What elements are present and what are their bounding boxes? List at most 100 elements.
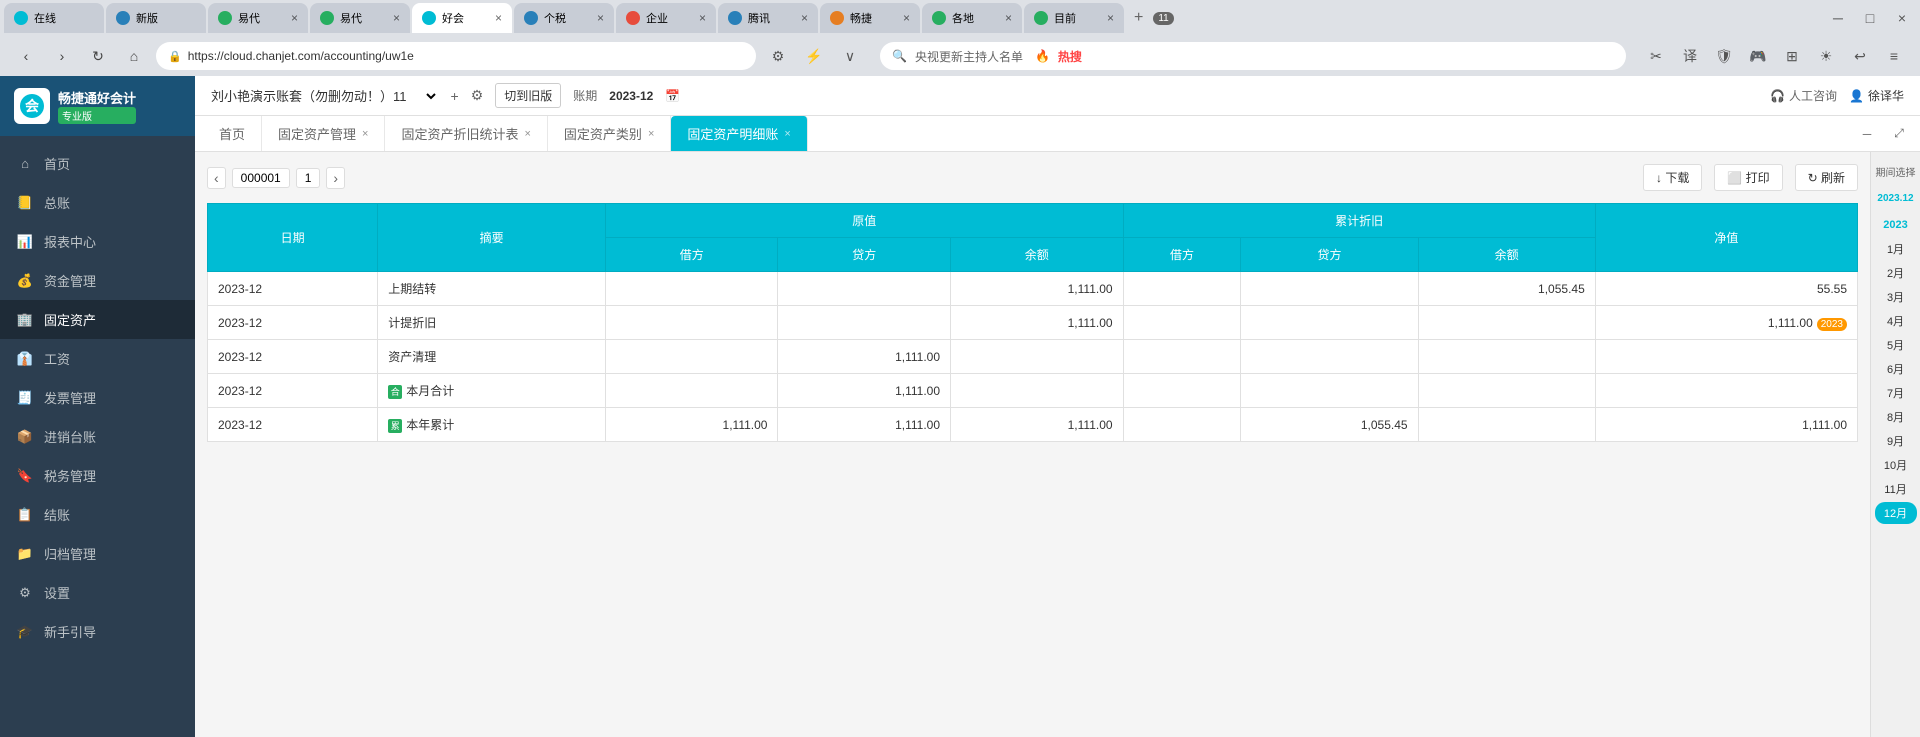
tab-close-qiye[interactable]: × <box>699 11 706 25</box>
tab-close-changjie[interactable]: × <box>903 11 910 25</box>
browser-tab-qiye[interactable]: 企业 × <box>616 3 716 33</box>
browser-tab-haohui[interactable]: 好会 × <box>412 3 512 33</box>
period-dec[interactable]: 12月 <box>1875 502 1917 524</box>
browser-tab-gedi[interactable]: 各地 × <box>922 3 1022 33</box>
period-aug[interactable]: 8月 <box>1875 406 1917 428</box>
sidebar-item-tax[interactable]: 🔖 税务管理 <box>0 456 195 495</box>
next-page-button[interactable]: › <box>326 167 345 189</box>
browser-tab-yidai2[interactable]: 易代 × <box>310 3 410 33</box>
page-tab-close-asset-mgmt[interactable]: × <box>362 128 368 140</box>
expand-icon[interactable]: ∨ <box>836 42 864 70</box>
period-jan[interactable]: 1月 <box>1875 238 1917 260</box>
browser-tab-online[interactable]: 在线 <box>4 3 104 33</box>
browser-tab-geshui[interactable]: 个税 × <box>514 3 614 33</box>
sidebar-item-invoice[interactable]: 🧾 发票管理 <box>0 378 195 417</box>
period-sep[interactable]: 9月 <box>1875 430 1917 452</box>
calendar-icon[interactable]: 📅 <box>665 89 680 103</box>
page-tab-close-depreciation-stat[interactable]: × <box>524 128 530 140</box>
sidebar-item-closeacct[interactable]: 📋 结账 <box>0 495 195 534</box>
sidebar-item-archive[interactable]: 📁 归档管理 <box>0 534 195 573</box>
period-apr[interactable]: 4月 <box>1875 310 1917 332</box>
sidebar-item-guide[interactable]: 🎓 新手引导 <box>0 612 195 651</box>
page-tab-asset-mgmt[interactable]: 固定资产管理 × <box>262 116 385 151</box>
app-logo-icon: 会 <box>14 88 50 124</box>
forward-button[interactable]: › <box>48 42 76 70</box>
prev-page-button[interactable]: ‹ <box>207 167 226 189</box>
lightning-icon[interactable]: ⚡ <box>800 42 828 70</box>
page-tab-home[interactable]: 首页 <box>203 116 262 151</box>
period-jun[interactable]: 6月 <box>1875 358 1917 380</box>
user-info[interactable]: 👤 徐译华 <box>1849 87 1904 104</box>
grid-icon[interactable]: ⊞ <box>1778 42 1806 70</box>
download-button[interactable]: ↓ 下载 <box>1643 164 1702 191</box>
period-year-2023[interactable]: 2023 <box>1875 214 1917 236</box>
switch-version-button[interactable]: 切到旧版 <box>495 83 561 108</box>
sidebar-item-report[interactable]: 📊 报表中心 <box>0 222 195 261</box>
sidebar-item-asset[interactable]: 🏢 固定资产 <box>0 300 195 339</box>
game-icon[interactable]: 🎮 <box>1744 42 1772 70</box>
account-dropdown[interactable] <box>419 88 439 104</box>
home-nav-button[interactable]: ⌂ <box>120 42 148 70</box>
account-settings-icon[interactable]: ⚙ <box>471 87 484 104</box>
sidebar-item-settings[interactable]: ⚙ 设置 <box>0 573 195 612</box>
tab-close-tengxun[interactable]: × <box>801 11 808 25</box>
new-tab-button[interactable]: + <box>1126 5 1151 31</box>
page-nav: ‹ 000001 1 › <box>207 167 345 189</box>
translate-icon[interactable]: 译 <box>1676 42 1704 70</box>
browser-search-bar[interactable]: 🔍 央视更新主持人名单 🔥 热搜 <box>880 42 1626 70</box>
page-tab-close-asset-ledger[interactable]: × <box>784 128 790 140</box>
menu-icon[interactable]: ≡ <box>1880 42 1908 70</box>
tab-close-muqian[interactable]: × <box>1107 11 1114 25</box>
sidebar-item-home[interactable]: ⌂ 首页 <box>0 144 195 183</box>
brightness-icon[interactable]: ☀ <box>1812 42 1840 70</box>
tab-close-yidai1[interactable]: × <box>291 11 298 25</box>
add-account-button[interactable]: + <box>451 88 459 104</box>
customer-service-button[interactable]: 🎧 人工咨询 <box>1770 87 1837 104</box>
extensions-icon[interactable]: ⚙ <box>764 42 792 70</box>
print-button[interactable]: ⬜ 打印 <box>1714 164 1782 191</box>
browser-tab-yidai1[interactable]: 易代 × <box>208 3 308 33</box>
minimize-tab-button[interactable]: ─ <box>1854 121 1880 147</box>
period-feb[interactable]: 2月 <box>1875 262 1917 284</box>
cell-acc-debit <box>1123 306 1241 340</box>
top-bar-right: 🎧 人工咨询 👤 徐译华 <box>1770 87 1904 104</box>
refresh-button[interactable]: ↻ 刷新 <box>1795 164 1858 191</box>
browser-tab-changjie[interactable]: 畅捷 × <box>820 3 920 33</box>
period-nov[interactable]: 11月 <box>1875 478 1917 500</box>
sidebar-item-fund[interactable]: 💰 资金管理 <box>0 261 195 300</box>
minimize-button[interactable]: ─ <box>1824 4 1852 32</box>
browser-tab-muqian[interactable]: 目前 × <box>1024 3 1124 33</box>
page-tabs: 首页 固定资产管理 × 固定资产折旧统计表 × 固定资产类别 × 固定资产明细账… <box>195 116 1920 152</box>
sidebar-item-stock[interactable]: 📦 进销台账 <box>0 417 195 456</box>
scissors-icon[interactable]: ✂ <box>1642 42 1670 70</box>
header-orig-debit: 借方 <box>605 238 778 272</box>
tab-close-haohui[interactable]: × <box>495 11 502 25</box>
period-selector-header: 期间选择 <box>1874 160 1918 183</box>
url-bar[interactable]: 🔒 https://cloud.chanjet.com/accounting/u… <box>156 42 756 70</box>
sidebar-item-payroll[interactable]: 👔 工资 <box>0 339 195 378</box>
period-mar[interactable]: 3月 <box>1875 286 1917 308</box>
page-tab-close-asset-category[interactable]: × <box>648 128 654 140</box>
browser-chrome: 在线 新版 易代 × 易代 × 好会 × 个税 × 企业 × <box>0 0 1920 76</box>
close-button[interactable]: × <box>1888 4 1916 32</box>
browser-tab-new[interactable]: 新版 <box>106 3 206 33</box>
undo-icon[interactable]: ↩ <box>1846 42 1874 70</box>
tab-close-yidai2[interactable]: × <box>393 11 400 25</box>
period-may[interactable]: 5月 <box>1875 334 1917 356</box>
page-tab-depreciation-stat[interactable]: 固定资产折旧统计表 × <box>385 116 547 151</box>
back-button[interactable]: ‹ <box>12 42 40 70</box>
shield-icon[interactable]: 🛡 <box>1710 42 1738 70</box>
tab-close-geshui[interactable]: × <box>597 11 604 25</box>
tab-close-gedi[interactable]: × <box>1005 11 1012 25</box>
reload-button[interactable]: ↻ <box>84 42 112 70</box>
sidebar-label-invoice: 发票管理 <box>44 388 96 407</box>
expand-tab-button[interactable]: ⤢ <box>1886 121 1912 147</box>
period-oct[interactable]: 10月 <box>1875 454 1917 476</box>
browser-tab-tengxun[interactable]: 腾讯 × <box>718 3 818 33</box>
tab-favicon-yidai2 <box>320 11 334 25</box>
page-tab-asset-category[interactable]: 固定资产类别 × <box>548 116 671 151</box>
sidebar-item-ledger[interactable]: 📒 总账 <box>0 183 195 222</box>
maximize-button[interactable]: □ <box>1856 4 1884 32</box>
page-tab-asset-ledger[interactable]: 固定资产明细账 × <box>671 116 807 151</box>
period-jul[interactable]: 7月 <box>1875 382 1917 404</box>
